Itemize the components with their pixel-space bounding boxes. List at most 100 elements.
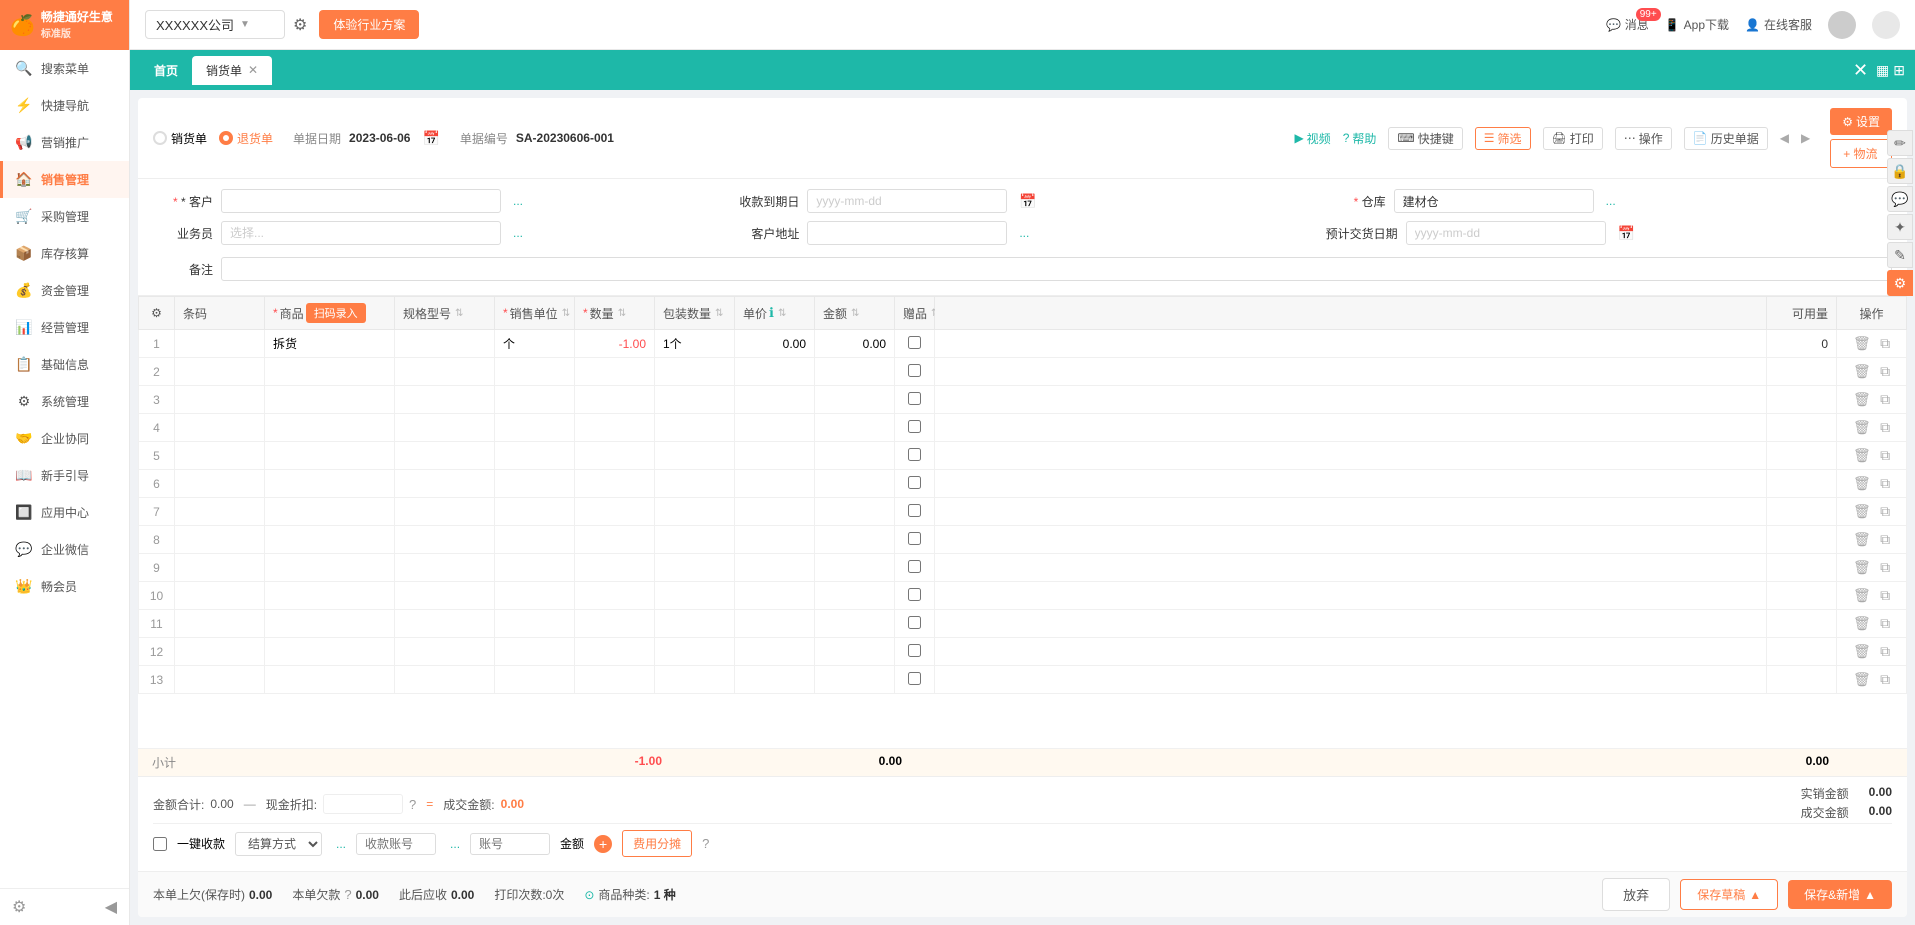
row-spec[interactable] <box>395 330 495 358</box>
row-spec[interactable] <box>395 498 495 526</box>
row-gift[interactable] <box>895 414 935 442</box>
row-price[interactable] <box>735 638 815 666</box>
row-memo[interactable] <box>935 666 1767 694</box>
row-unit[interactable] <box>495 554 575 582</box>
row-qty[interactable] <box>575 358 655 386</box>
row-goods[interactable] <box>265 638 395 666</box>
video-link[interactable]: ▶ 视频 <box>1294 130 1330 147</box>
row-price[interactable] <box>735 610 815 638</box>
row-amount[interactable] <box>815 498 895 526</box>
row-spec[interactable] <box>395 638 495 666</box>
row-price[interactable] <box>735 358 815 386</box>
sidebar-item-base[interactable]: 📋 基础信息 <box>0 346 129 383</box>
row-goods[interactable] <box>265 610 395 638</box>
row-amount[interactable] <box>815 358 895 386</box>
row-amount[interactable] <box>815 582 895 610</box>
settings-btn[interactable]: ⚙ 设置 <box>1830 108 1892 135</box>
row-goods[interactable] <box>265 330 395 358</box>
tab-close-icon[interactable]: ✕ <box>248 63 258 77</box>
row-pkg[interactable] <box>655 582 735 610</box>
row-gift[interactable] <box>895 638 935 666</box>
discard-btn[interactable]: 放弃 <box>1602 878 1670 911</box>
row-goods[interactable] <box>265 414 395 442</box>
row-memo[interactable] <box>935 554 1767 582</box>
row-gift[interactable] <box>895 442 935 470</box>
row-copy-btn[interactable]: ⧉ <box>1877 559 1893 576</box>
row-gift[interactable] <box>895 386 935 414</box>
row-memo[interactable] <box>935 610 1767 638</box>
row-copy-btn[interactable]: ⧉ <box>1877 335 1893 352</box>
row-goods[interactable] <box>265 470 395 498</box>
row-amount[interactable] <box>815 638 895 666</box>
row-copy-btn[interactable]: ⧉ <box>1877 391 1893 408</box>
row-qty[interactable] <box>575 386 655 414</box>
logistics-btn[interactable]: + 物流 <box>1830 139 1892 168</box>
row-goods[interactable] <box>265 554 395 582</box>
print-btn[interactable]: 🖨 打印 <box>1543 127 1603 150</box>
row-pkg[interactable] <box>655 526 735 554</box>
tab-home[interactable]: 首页 <box>140 56 192 85</box>
row-amount[interactable] <box>815 610 895 638</box>
row-gift[interactable] <box>895 526 935 554</box>
sidebar-item-marketing[interactable]: 📢 营销推广 <box>0 124 129 161</box>
user-avatar-2[interactable] <box>1872 11 1900 39</box>
row-unit[interactable] <box>495 582 575 610</box>
row-delete-btn[interactable]: 🗑 <box>1850 419 1874 436</box>
row-price[interactable] <box>735 526 815 554</box>
row-copy-btn[interactable]: ⧉ <box>1877 419 1893 436</box>
row-gift[interactable] <box>895 610 935 638</box>
sidebar-item-quick-nav[interactable]: ⚡ 快捷导航 <box>0 87 129 124</box>
add-btn[interactable]: + <box>594 835 612 853</box>
sidebar-item-inventory[interactable]: 📦 库存核算 <box>0 235 129 272</box>
row-price[interactable] <box>735 666 815 694</box>
row-copy-btn[interactable]: ⧉ <box>1877 587 1893 604</box>
row-unit[interactable] <box>495 638 575 666</box>
row-pkg[interactable] <box>655 554 735 582</box>
row-unit[interactable] <box>495 470 575 498</box>
row-barcode[interactable] <box>175 582 265 610</box>
row-amount[interactable] <box>815 526 895 554</box>
customer-addr-input[interactable] <box>807 221 1007 245</box>
row-copy-btn[interactable]: ⧉ <box>1877 363 1893 380</box>
method-dots[interactable]: ... <box>336 837 346 851</box>
row-price[interactable] <box>735 470 815 498</box>
sidebar-item-purchase[interactable]: 🛒 采购管理 <box>0 198 129 235</box>
row-copy-btn[interactable]: ⧉ <box>1877 671 1893 688</box>
row-barcode[interactable] <box>175 330 265 358</box>
row-price[interactable] <box>735 554 815 582</box>
row-qty[interactable] <box>575 554 655 582</box>
row-amount[interactable] <box>815 554 895 582</box>
row-memo[interactable] <box>935 442 1767 470</box>
layout-icon-1[interactable]: ▦ <box>1876 62 1889 79</box>
sidebar-item-member[interactable]: 👑 畅会员 <box>0 568 129 605</box>
row-barcode[interactable] <box>175 638 265 666</box>
row-unit[interactable] <box>495 526 575 554</box>
row-barcode[interactable] <box>175 498 265 526</box>
row-delete-btn[interactable]: 🗑 <box>1850 531 1874 548</box>
row-price[interactable] <box>735 442 815 470</box>
row-goods[interactable] <box>265 526 395 554</box>
row-copy-btn[interactable]: ⧉ <box>1877 447 1893 464</box>
row-pkg[interactable] <box>655 330 735 358</box>
operate-btn[interactable]: ⋯ 操作 <box>1615 127 1672 150</box>
row-barcode[interactable] <box>175 358 265 386</box>
row-delete-btn[interactable]: 🗑 <box>1850 643 1874 660</box>
close-all-icon[interactable]: ✕ <box>1853 60 1868 81</box>
row-delete-btn[interactable]: 🗑 <box>1850 503 1874 520</box>
company-selector[interactable]: XXXXXX公司 ▼ <box>145 10 285 39</box>
row-delete-btn[interactable]: 🗑 <box>1850 447 1874 464</box>
sidebar-item-sales[interactable]: 🏠 销售管理 <box>0 161 129 198</box>
row-barcode[interactable] <box>175 610 265 638</box>
save-new-btn[interactable]: 保存&新增 ▲ <box>1788 880 1892 909</box>
salesperson-dots[interactable]: ... <box>513 226 523 240</box>
row-barcode[interactable] <box>175 386 265 414</box>
row-amount[interactable] <box>815 470 895 498</box>
prev-icon[interactable]: ◀ <box>1780 131 1789 145</box>
row-copy-btn[interactable]: ⧉ <box>1877 615 1893 632</box>
row-delete-btn[interactable]: 🗑 <box>1850 587 1874 604</box>
save-draft-btn[interactable]: 保存草稿 ▲ <box>1680 879 1778 910</box>
sidebar-item-newbie[interactable]: 📖 新手引导 <box>0 457 129 494</box>
th-settings[interactable]: ⚙ <box>139 297 175 330</box>
row-unit[interactable] <box>495 442 575 470</box>
row-delete-btn[interactable]: 🗑 <box>1850 363 1874 380</box>
